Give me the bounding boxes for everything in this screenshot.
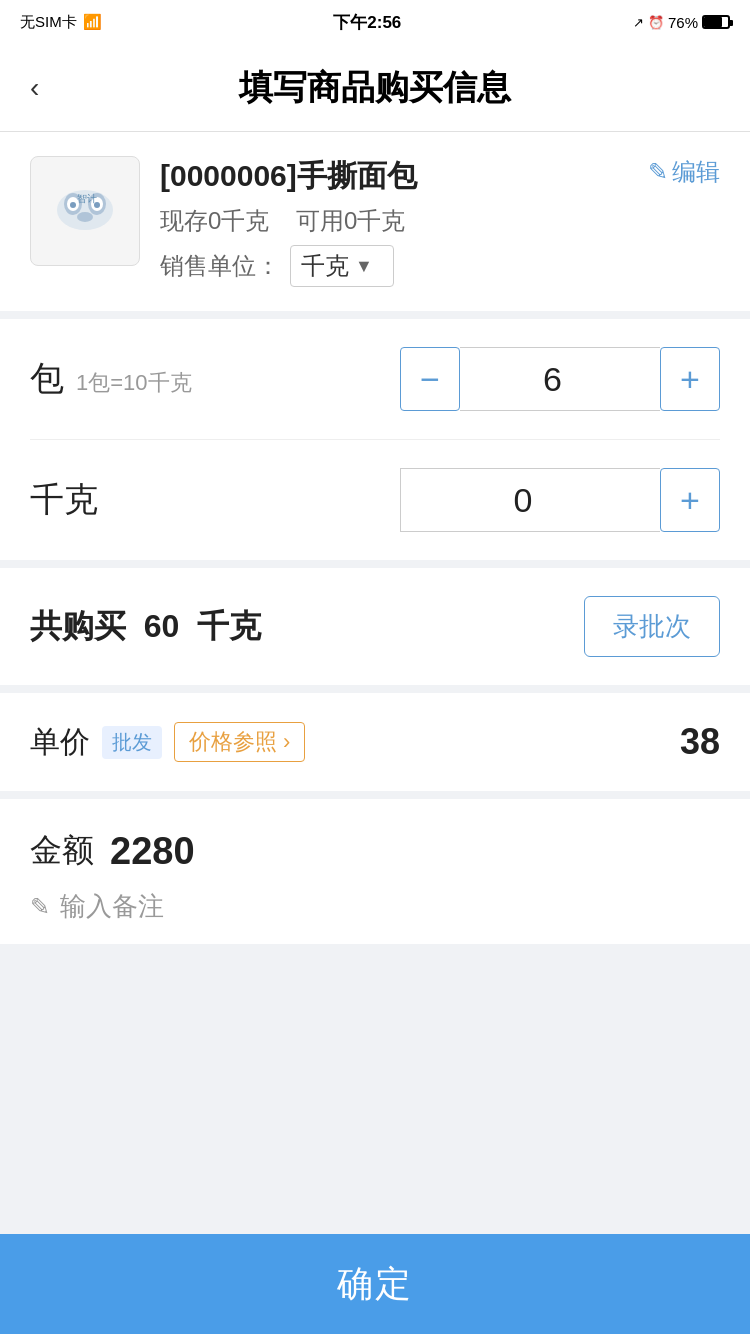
wifi-icon: 📶	[83, 13, 102, 31]
stock-label: 现存0千克	[160, 207, 269, 234]
remark-row[interactable]: ✎ 输入备注	[30, 889, 720, 924]
qty-row-kg: 千克 +	[30, 440, 720, 560]
qty-label-group-bao: 包 1包=10千克	[30, 356, 192, 402]
product-logo: 智计	[55, 182, 115, 241]
back-button[interactable]: ‹	[20, 62, 49, 114]
price-section: 单价 批发 价格参照 › 38	[0, 693, 750, 799]
amount-row: 金额 2280	[30, 829, 720, 873]
edit-icon: ✎	[648, 158, 668, 186]
amount-section: 金额 2280 ✎ 输入备注	[0, 799, 750, 944]
price-row: 单价 批发 价格参照 › 38	[30, 721, 720, 763]
nav-title: 填写商品购买信息	[239, 65, 511, 111]
price-ref-button[interactable]: 价格参照 ›	[174, 722, 305, 762]
remark-placeholder: 输入备注	[60, 889, 164, 924]
product-info: [0000006]手撕面包 ✎ 编辑 现存0千克 可用0千克 销售单位： 千克 …	[160, 156, 720, 287]
remark-icon: ✎	[30, 893, 50, 921]
qty-plus-button-bao[interactable]: +	[660, 347, 720, 411]
qty-control-kg: +	[400, 468, 720, 532]
amount-label: 金额	[30, 829, 94, 873]
total-prefix: 共购买	[30, 608, 126, 644]
qty-sub-label-bao: 1包=10千克	[76, 368, 192, 398]
edit-button[interactable]: ✎ 编辑	[648, 156, 720, 188]
available-label: 可用0千克	[296, 207, 405, 234]
carrier-label: 无SIM卡	[20, 13, 77, 32]
gray-area	[0, 944, 750, 1224]
edit-label: 编辑	[672, 156, 720, 188]
unit-prefix: 销售单位：	[160, 250, 280, 282]
battery-icon	[702, 15, 730, 29]
qty-control-bao: − +	[400, 347, 720, 411]
gps-icon: ↗	[633, 15, 644, 30]
unit-value: 千克	[301, 250, 349, 282]
qty-input-bao[interactable]	[460, 347, 660, 411]
amount-value: 2280	[110, 830, 195, 873]
alarm-icon: ⏰	[648, 15, 664, 30]
price-value: 38	[680, 721, 720, 763]
svg-point-5	[70, 202, 76, 208]
product-name: [0000006]手撕面包	[160, 156, 648, 197]
product-card: 智计 [0000006]手撕面包 ✎ 编辑 现存0千克 可用0千克 销售单位： …	[0, 132, 750, 319]
nav-bar: ‹ 填写商品购买信息	[0, 44, 750, 132]
battery-label: 76%	[668, 14, 698, 31]
svg-point-7	[77, 212, 93, 222]
qty-main-label-bao: 包	[30, 356, 64, 402]
batch-button[interactable]: 录批次	[584, 596, 720, 657]
status-time: 下午2:56	[333, 11, 401, 34]
total-text: 共购买 60 千克	[30, 605, 261, 649]
badge-pifa: 批发	[102, 726, 162, 759]
total-unit: 千克	[197, 608, 261, 644]
svg-text:智计: 智计	[77, 193, 97, 204]
product-image: 智计	[30, 156, 140, 266]
qty-minus-button-bao[interactable]: −	[400, 347, 460, 411]
qty-input-kg[interactable]	[400, 468, 660, 532]
product-unit-row: 销售单位： 千克 ▼	[160, 245, 720, 287]
status-bar: 无SIM卡 📶 下午2:56 ↗ ⏰ 76%	[0, 0, 750, 44]
quantity-section: 包 1包=10千克 − + 千克 +	[0, 319, 750, 568]
confirm-button[interactable]: 确定	[0, 1234, 750, 1334]
product-stock: 现存0千克 可用0千克	[160, 205, 720, 237]
total-section: 共购买 60 千克 录批次	[0, 568, 750, 693]
unit-dropdown-arrow: ▼	[355, 256, 373, 277]
unit-select[interactable]: 千克 ▼	[290, 245, 394, 287]
qty-label-group-kg: 千克	[30, 477, 98, 523]
status-right: ↗ ⏰ 76%	[633, 14, 730, 31]
product-header: [0000006]手撕面包 ✎ 编辑	[160, 156, 720, 197]
status-left: 无SIM卡 📶	[20, 13, 102, 32]
total-amount: 60	[144, 608, 180, 644]
price-label: 单价	[30, 722, 90, 763]
qty-row-bao: 包 1包=10千克 − +	[30, 319, 720, 440]
qty-plus-button-kg[interactable]: +	[660, 468, 720, 532]
battery-fill	[704, 17, 722, 27]
qty-main-label-kg: 千克	[30, 477, 98, 523]
price-left: 单价 批发 价格参照 ›	[30, 722, 305, 763]
